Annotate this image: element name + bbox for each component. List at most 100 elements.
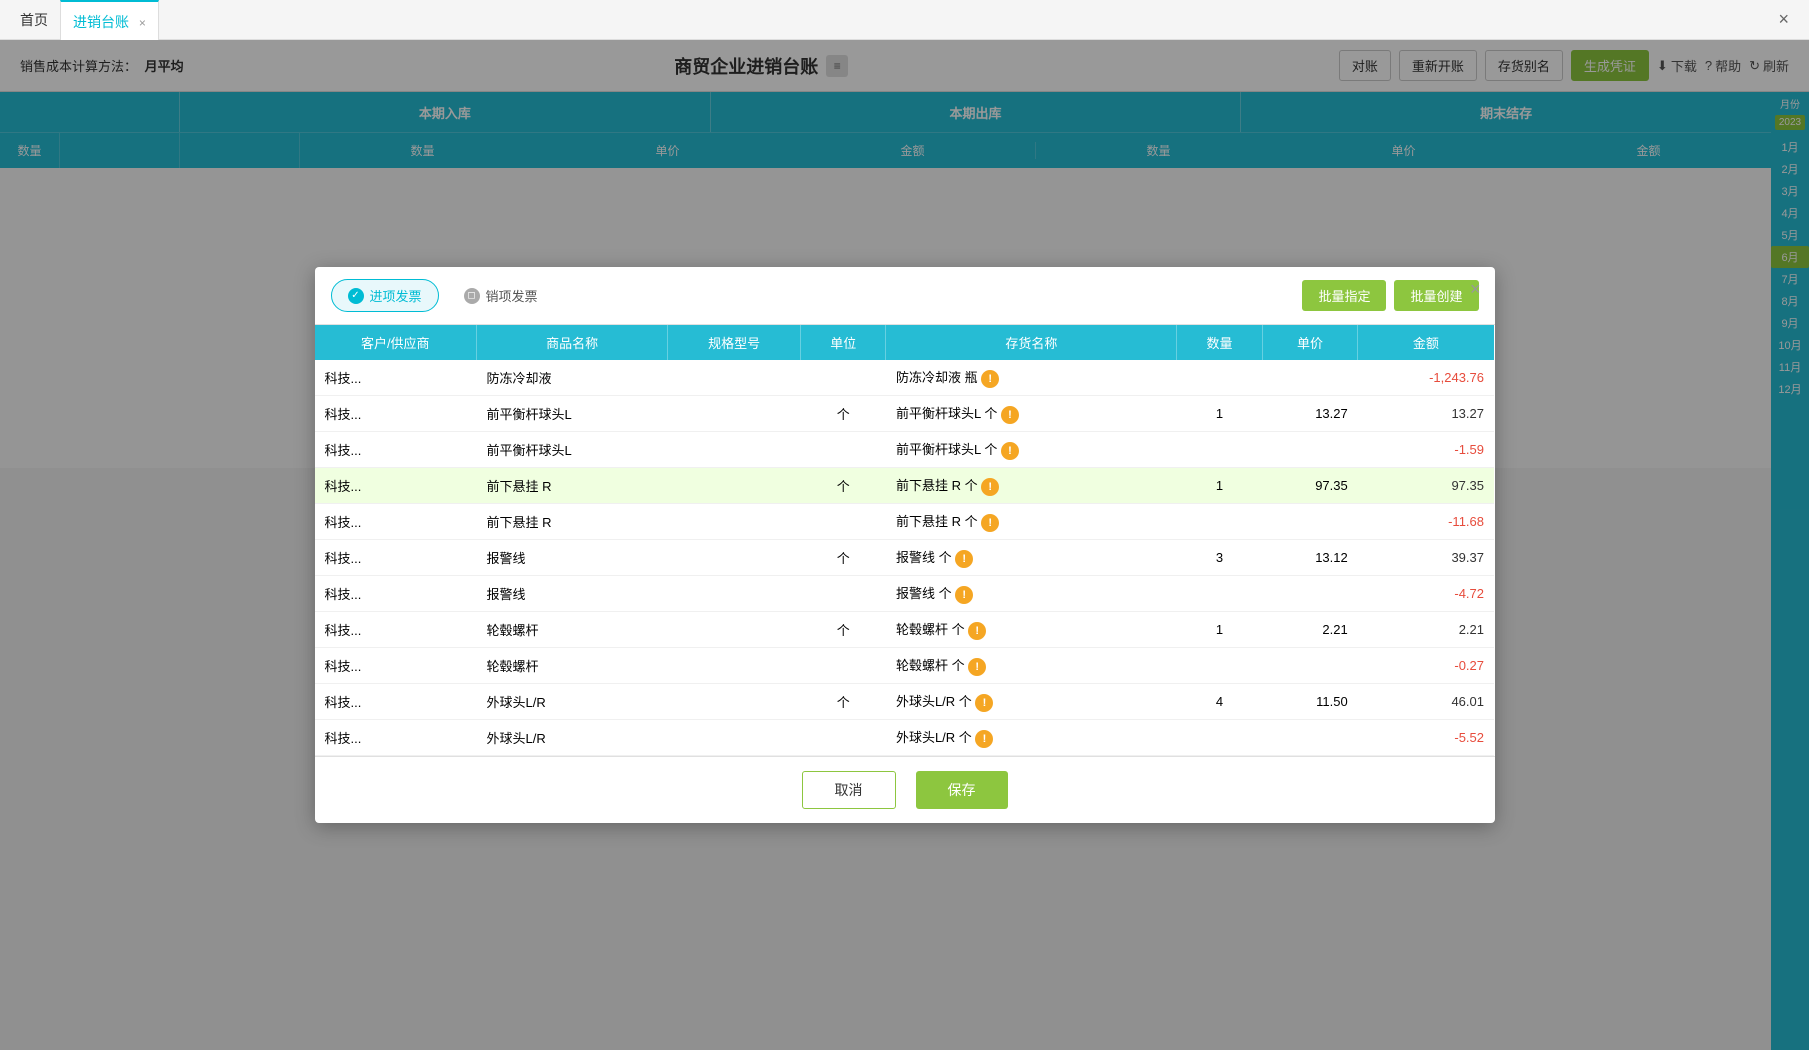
cancel-button[interactable]: 取消 bbox=[802, 771, 896, 809]
warn-icon: ! bbox=[1001, 406, 1019, 424]
modal-overlay: ✓ 进项发票 ◻ 销项发票 批量指定 批量创建 × bbox=[0, 40, 1809, 1050]
cell-amount: -4.72 bbox=[1358, 576, 1494, 612]
warn-icon: ! bbox=[981, 370, 999, 388]
cell-unit: 个 bbox=[801, 684, 886, 720]
window-close-icon[interactable]: × bbox=[1766, 9, 1801, 30]
batch-assign-button[interactable]: 批量指定 bbox=[1302, 280, 1386, 311]
cell-amount: 97.35 bbox=[1358, 468, 1494, 504]
cell-spec bbox=[668, 468, 801, 504]
cell-spec bbox=[668, 504, 801, 540]
warn-icon: ! bbox=[975, 694, 993, 712]
tab-ledger[interactable]: 进销台账 × bbox=[60, 0, 159, 40]
cell-inventory-name: 前平衡杆球头L 个 ! bbox=[886, 396, 1177, 432]
warn-icon: ! bbox=[975, 730, 993, 748]
cell-inventory-name: 外球头L/R 个 ! bbox=[886, 720, 1177, 756]
cell-amount: -11.68 bbox=[1358, 504, 1494, 540]
cell-amount: 2.21 bbox=[1358, 612, 1494, 648]
col-quantity: 数量 bbox=[1177, 325, 1262, 360]
cell-unit-price: 11.50 bbox=[1262, 684, 1358, 720]
invoice-in-icon: ✓ bbox=[348, 288, 364, 304]
cell-amount: -5.52 bbox=[1358, 720, 1494, 756]
main-content: 销售成本计算方法： 月平均 商贸企业进销台账 ≡ 对账 重新开账 存货别名 生成… bbox=[0, 40, 1809, 1050]
cell-unit-price bbox=[1262, 720, 1358, 756]
cell-quantity bbox=[1177, 360, 1262, 396]
col-inventory-name: 存货名称 bbox=[886, 325, 1177, 360]
table-row: 科技... 前下悬挂 R 个 前下悬挂 R 个 ! 1 97.35 97.35 bbox=[315, 468, 1495, 504]
cell-quantity: 4 bbox=[1177, 684, 1262, 720]
tab-input-invoice[interactable]: ✓ 进项发票 bbox=[331, 279, 439, 312]
col-unit: 单位 bbox=[801, 325, 886, 360]
table-row: 科技... 前下悬挂 R 前下悬挂 R 个 ! -11.68 bbox=[315, 504, 1495, 540]
cell-quantity bbox=[1177, 648, 1262, 684]
table-row: 科技... 报警线 个 报警线 个 ! 3 13.12 39.37 bbox=[315, 540, 1495, 576]
cell-supplier: 科技... bbox=[315, 504, 477, 540]
modal-close-button[interactable]: × bbox=[1470, 279, 1481, 300]
cell-supplier: 科技... bbox=[315, 432, 477, 468]
tab-close-icon[interactable]: × bbox=[139, 16, 146, 30]
cell-quantity bbox=[1177, 504, 1262, 540]
cell-product-name: 前平衡杆球头L bbox=[477, 396, 668, 432]
cell-supplier: 科技... bbox=[315, 468, 477, 504]
cell-quantity bbox=[1177, 720, 1262, 756]
cell-supplier: 科技... bbox=[315, 684, 477, 720]
cell-supplier: 科技... bbox=[315, 648, 477, 684]
cell-product-name: 前下悬挂 R bbox=[477, 504, 668, 540]
cell-unit bbox=[801, 648, 886, 684]
cell-unit-price bbox=[1262, 360, 1358, 396]
cell-unit-price bbox=[1262, 432, 1358, 468]
cell-unit: 个 bbox=[801, 396, 886, 432]
modal-table-container[interactable]: 客户/供应商 商品名称 规格型号 单位 存货名称 数量 单价 金额 科技... … bbox=[315, 325, 1495, 756]
cell-product-name: 轮毂螺杆 bbox=[477, 612, 668, 648]
cell-unit bbox=[801, 360, 886, 396]
cell-unit bbox=[801, 504, 886, 540]
cell-amount: 46.01 bbox=[1358, 684, 1494, 720]
cell-inventory-name: 报警线 个 ! bbox=[886, 540, 1177, 576]
cell-amount: -0.27 bbox=[1358, 648, 1494, 684]
cell-unit bbox=[801, 432, 886, 468]
table-row: 科技... 前平衡杆球头L 个 前平衡杆球头L 个 ! 1 13.27 13.2… bbox=[315, 396, 1495, 432]
col-product-name: 商品名称 bbox=[477, 325, 668, 360]
cell-inventory-name: 轮毂螺杆 个 ! bbox=[886, 612, 1177, 648]
cell-quantity: 3 bbox=[1177, 540, 1262, 576]
cell-supplier: 科技... bbox=[315, 720, 477, 756]
batch-buttons: 批量指定 批量创建 bbox=[1302, 280, 1478, 311]
batch-create-button[interactable]: 批量创建 bbox=[1394, 280, 1478, 311]
cell-unit-price: 2.21 bbox=[1262, 612, 1358, 648]
cell-spec bbox=[668, 360, 801, 396]
cell-spec bbox=[668, 576, 801, 612]
cell-quantity: 1 bbox=[1177, 612, 1262, 648]
modal-table: 客户/供应商 商品名称 规格型号 单位 存货名称 数量 单价 金额 科技... … bbox=[315, 325, 1495, 756]
cell-inventory-name: 轮毂螺杆 个 ! bbox=[886, 648, 1177, 684]
save-button[interactable]: 保存 bbox=[916, 771, 1008, 809]
modal-header: ✓ 进项发票 ◻ 销项发票 批量指定 批量创建 × bbox=[315, 267, 1495, 325]
table-row: 科技... 外球头L/R 外球头L/R 个 ! -5.52 bbox=[315, 720, 1495, 756]
cell-spec bbox=[668, 684, 801, 720]
cell-inventory-name: 外球头L/R 个 ! bbox=[886, 684, 1177, 720]
warn-icon: ! bbox=[968, 658, 986, 676]
cell-supplier: 科技... bbox=[315, 360, 477, 396]
warn-icon: ! bbox=[1001, 442, 1019, 460]
cell-unit-price bbox=[1262, 504, 1358, 540]
cell-quantity: 1 bbox=[1177, 396, 1262, 432]
table-row: 科技... 报警线 报警线 个 ! -4.72 bbox=[315, 576, 1495, 612]
cell-unit-price: 13.12 bbox=[1262, 540, 1358, 576]
cell-spec bbox=[668, 540, 801, 576]
cell-supplier: 科技... bbox=[315, 540, 477, 576]
col-amount: 金额 bbox=[1358, 325, 1494, 360]
cell-spec bbox=[668, 648, 801, 684]
modal-dialog: ✓ 进项发票 ◻ 销项发票 批量指定 批量创建 × bbox=[315, 267, 1495, 823]
cell-unit-price: 97.35 bbox=[1262, 468, 1358, 504]
cell-supplier: 科技... bbox=[315, 612, 477, 648]
cell-product-name: 防冻冷却液 bbox=[477, 360, 668, 396]
table-row: 科技... 轮毂螺杆 轮毂螺杆 个 ! -0.27 bbox=[315, 648, 1495, 684]
tab-home[interactable]: 首页 bbox=[8, 0, 60, 40]
top-bar: 首页 进销台账 × × bbox=[0, 0, 1809, 40]
cell-amount: -1.59 bbox=[1358, 432, 1494, 468]
cell-quantity: 1 bbox=[1177, 468, 1262, 504]
cell-supplier: 科技... bbox=[315, 396, 477, 432]
cell-inventory-name: 前平衡杆球头L 个 ! bbox=[886, 432, 1177, 468]
tab-output-invoice[interactable]: ◻ 销项发票 bbox=[447, 279, 555, 312]
cell-product-name: 外球头L/R bbox=[477, 684, 668, 720]
cell-product-name: 轮毂螺杆 bbox=[477, 648, 668, 684]
table-row: 科技... 外球头L/R 个 外球头L/R 个 ! 4 11.50 46.01 bbox=[315, 684, 1495, 720]
